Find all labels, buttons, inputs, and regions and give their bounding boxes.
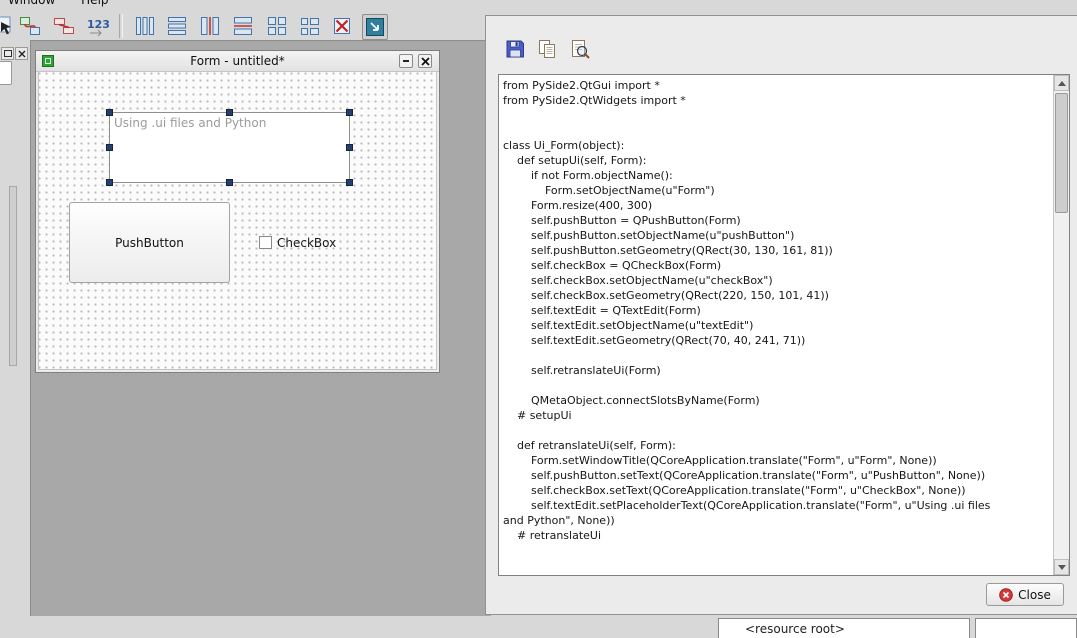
code-text: from PySide2.QtGui import * from PySide2…	[499, 75, 1069, 545]
form-canvas[interactable]: Using .ui files and Python PushButton Ch…	[38, 71, 437, 370]
edit-tab-order-icon[interactable]: 123	[85, 14, 109, 38]
resource-root-item[interactable]: <resource root>	[718, 618, 970, 638]
layout-vertical-splitter-icon[interactable]	[231, 14, 255, 38]
form-window-title: Form - untitled*	[36, 54, 439, 68]
edit-buddies-icon[interactable]	[52, 14, 76, 38]
minimize-button[interactable]	[399, 54, 413, 68]
dock-close-button[interactable]	[15, 47, 28, 60]
resource-panel-fragment	[975, 618, 1077, 638]
scroll-up-button[interactable]	[1054, 75, 1069, 91]
close-icon	[18, 50, 26, 58]
menu-window[interactable]: Window	[8, 0, 55, 7]
layout-form-icon[interactable]	[298, 14, 322, 38]
layout-vertically-icon[interactable]	[165, 14, 189, 38]
resize-handle[interactable]	[226, 179, 233, 186]
resize-handle[interactable]	[226, 109, 233, 116]
close-icon	[421, 57, 430, 66]
toolbar-separator	[119, 14, 123, 38]
dock-float-button[interactable]	[1, 47, 14, 60]
resize-handle[interactable]	[106, 144, 113, 151]
float-icon	[4, 50, 12, 57]
svg-text:123: 123	[87, 18, 109, 31]
resize-handle[interactable]	[346, 109, 353, 116]
menu-help[interactable]: Help	[81, 0, 108, 7]
form-editor-window: Form - untitled* Using .ui files and Pyt…	[35, 50, 440, 373]
minimize-icon	[403, 60, 409, 62]
layout-horizontally-icon[interactable]	[133, 14, 157, 38]
resource-root-label: <resource root>	[745, 622, 845, 636]
code-view[interactable]: from PySide2.QtGui import * from PySide2…	[498, 74, 1070, 576]
close-circle-icon	[999, 588, 1013, 602]
form-file-icon	[42, 55, 54, 67]
checkbox-indicator[interactable]	[259, 236, 272, 249]
break-layout-icon[interactable]	[330, 14, 354, 38]
vertical-scrollbar[interactable]	[1053, 75, 1069, 575]
layout-horizontal-splitter-icon[interactable]	[198, 14, 222, 38]
adjust-size-icon[interactable]	[362, 14, 388, 40]
edit-widgets-icon[interactable]	[0, 14, 16, 38]
arrow-down-icon	[1058, 565, 1066, 570]
resize-handle[interactable]	[106, 179, 113, 186]
qt-designer-screen: Window Help 123	[0, 0, 1077, 638]
toolbar: 123	[0, 12, 480, 42]
textedit-placeholder: Using .ui files and Python	[114, 116, 266, 130]
edit-signals-slots-icon[interactable]	[18, 14, 42, 38]
save-icon[interactable]	[504, 38, 526, 60]
resize-handle[interactable]	[346, 144, 353, 151]
code-preview-dialog: from PySide2.QtGui import * from PySide2…	[485, 15, 1077, 615]
close-button-label: Close	[1018, 588, 1051, 602]
pushbutton-widget[interactable]: PushButton	[69, 202, 230, 283]
close-button[interactable]	[418, 54, 432, 68]
widgetbox-scrollbar[interactable]	[9, 186, 17, 366]
layout-grid-icon[interactable]	[265, 14, 289, 38]
checkbox-label: CheckBox	[277, 236, 336, 250]
arrow-up-icon	[1058, 81, 1066, 86]
resize-handle[interactable]	[106, 109, 113, 116]
scroll-down-button[interactable]	[1054, 559, 1069, 575]
resize-handle[interactable]	[346, 179, 353, 186]
copy-icon[interactable]	[536, 38, 558, 60]
scrollbar-thumb[interactable]	[1055, 93, 1068, 213]
textedit-widget[interactable]: Using .ui files and Python	[109, 112, 350, 183]
widgetbox-filter-input[interactable]	[0, 61, 12, 85]
find-icon[interactable]	[569, 38, 591, 60]
form-window-titlebar[interactable]: Form - untitled*	[36, 51, 439, 72]
menu-bar: Window Help	[8, 0, 131, 7]
dialog-close-button[interactable]: Close	[986, 583, 1064, 606]
checkbox-widget[interactable]: CheckBox	[259, 222, 360, 263]
